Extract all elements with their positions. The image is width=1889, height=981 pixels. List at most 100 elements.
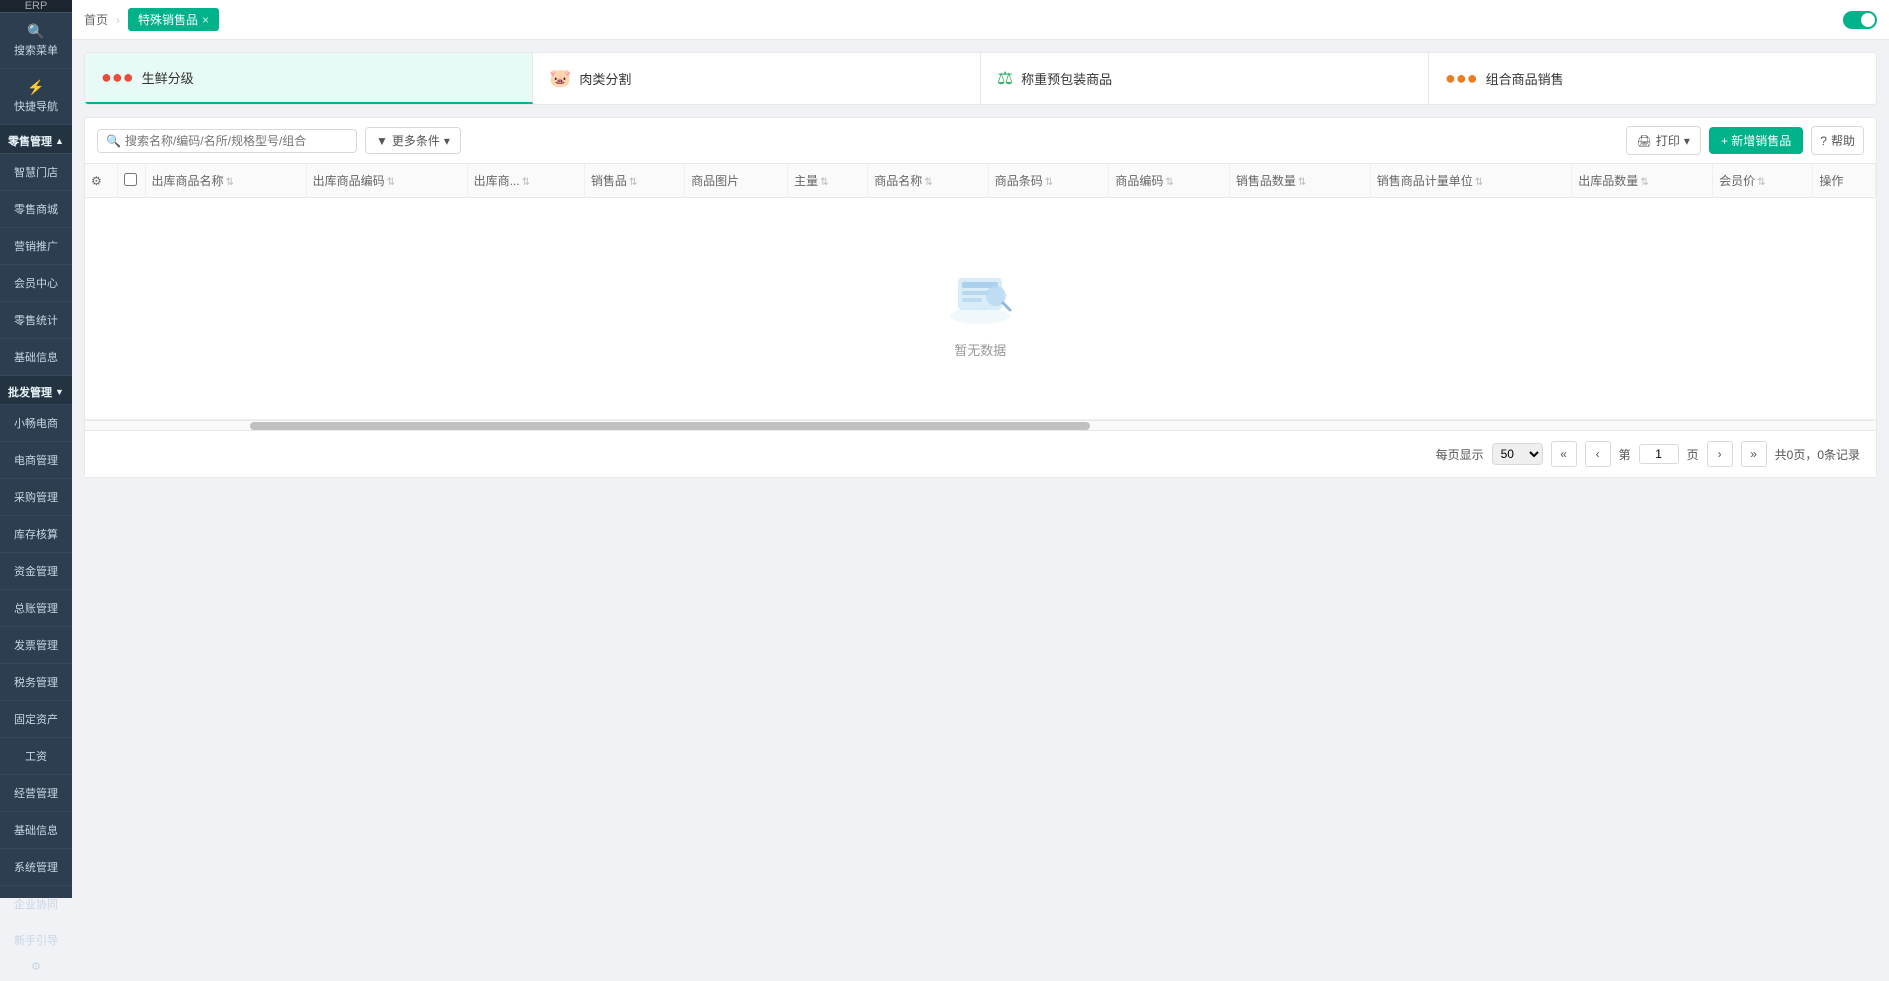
sidebar-item-ops[interactable]: 经营管理 xyxy=(0,775,72,812)
first-page-button[interactable]: « xyxy=(1551,441,1577,467)
sidebar-item-label: 电商管理 xyxy=(14,452,58,468)
filter-icon: ▼ xyxy=(376,134,388,148)
sidebar-item-retail-stats[interactable]: 零售统计 xyxy=(0,302,72,339)
sidebar-group-wholesale[interactable]: 批发管理 ▼ xyxy=(0,376,72,405)
sidebar-item-quick-nav[interactable]: ⚡ 快捷导航 xyxy=(0,69,72,125)
sort-icon6[interactable]: ⇅ xyxy=(924,177,932,188)
sidebar-item-label: 经营管理 xyxy=(14,785,58,801)
sort-icon4[interactable]: ⇅ xyxy=(629,177,637,188)
col-out-qty: 出库品数量⇅ xyxy=(1572,164,1713,198)
col-product-code: 商品编码⇅ xyxy=(1109,164,1230,198)
sort-icon7[interactable]: ⇅ xyxy=(1045,177,1053,188)
col-out-code: 出库商品编码⇅ xyxy=(306,164,467,198)
help-button[interactable]: ? 帮助 xyxy=(1811,126,1864,155)
sort-icon3[interactable]: ⇅ xyxy=(522,177,530,188)
sidebar-item-new-guide[interactable]: 新手引导 xyxy=(0,923,72,956)
last-page-button[interactable]: » xyxy=(1741,441,1767,467)
empty-icon xyxy=(940,258,1020,328)
sidebar-item-retail-mall[interactable]: 零售商城 xyxy=(0,191,72,228)
sidebar-item-label: 库存核算 xyxy=(14,526,58,542)
filter-button[interactable]: ▼ 更多条件 ▾ xyxy=(365,127,461,154)
sidebar-item-invoice[interactable]: 发票管理 xyxy=(0,627,72,664)
active-tab-tag[interactable]: 特殊销售品 × xyxy=(128,8,219,31)
print-button[interactable]: 🖨 打印 ▾ xyxy=(1626,126,1701,155)
sidebar-item-member-center[interactable]: 会员中心 xyxy=(0,265,72,302)
filter-chevron-icon: ▾ xyxy=(444,134,450,148)
sidebar-item-wages[interactable]: 工资 xyxy=(0,738,72,775)
sidebar-item-fixed-assets[interactable]: 固定资产 xyxy=(0,701,72,738)
tab-combo-sales[interactable]: ●●● 组合商品销售 xyxy=(1429,53,1876,104)
search-box[interactable]: 🔍 xyxy=(97,129,357,153)
empty-state: 暂无数据 xyxy=(85,198,1876,419)
sort-icon10[interactable]: ⇅ xyxy=(1475,177,1483,188)
sort-icon2[interactable]: ⇅ xyxy=(387,177,395,188)
tab-meat-split[interactable]: 🐷 肉类分割 xyxy=(533,53,981,104)
add-label: + 新增销售品 xyxy=(1721,132,1791,149)
col-out-name: 出库商品名称⇅ xyxy=(145,164,306,198)
col-checkbox[interactable] xyxy=(117,164,145,198)
col-sale-unit: 销售商品计量单位⇅ xyxy=(1370,164,1572,198)
sidebar-item-basic-info[interactable]: 基础信息 xyxy=(0,812,72,849)
sidebar-item-purchase[interactable]: 采购管理 xyxy=(0,479,72,516)
sidebar-item-summary[interactable]: 总账管理 xyxy=(0,590,72,627)
sidebar-item-label: 采购管理 xyxy=(14,489,58,505)
col-settings[interactable]: ⚙ xyxy=(85,164,117,198)
next-page-button[interactable]: › xyxy=(1707,441,1733,467)
sidebar-item-ecom-mgmt[interactable]: 电商管理 xyxy=(0,442,72,479)
scroll-thumb[interactable] xyxy=(250,422,1090,430)
page-content: ●●● 生鲜分级 🐷 肉类分割 ⚖ 称重预包装商品 ●●● 组合商品销售 🔍 xyxy=(72,40,1889,898)
tab-weight-pack[interactable]: ⚖ 称重预包装商品 xyxy=(981,53,1429,104)
chevron-down-icon2: ▼ xyxy=(55,387,64,397)
sort-icon9[interactable]: ⇅ xyxy=(1298,177,1306,188)
sidebar-item-mini-ecom[interactable]: 小畅电商 xyxy=(0,405,72,442)
sort-icon[interactable]: ⇅ xyxy=(226,177,234,188)
page-number-input[interactable] xyxy=(1639,444,1679,464)
sidebar-item-tax[interactable]: 税务管理 xyxy=(0,664,72,701)
sidebar-item-settings[interactable]: ⚙ xyxy=(0,956,72,981)
prev-page-button[interactable]: ‹ xyxy=(1585,441,1611,467)
toggle-switch[interactable] xyxy=(1843,11,1877,29)
filter-label: 更多条件 xyxy=(392,132,440,149)
add-button[interactable]: + 新增销售品 xyxy=(1709,127,1803,154)
sidebar-item-label: 税务管理 xyxy=(14,674,58,690)
tab-label: 肉类分割 xyxy=(579,69,631,88)
search-icon: 🔍 xyxy=(106,134,121,148)
meat-split-icon: 🐷 xyxy=(549,68,571,89)
sidebar-item-inventory[interactable]: 库存核算 xyxy=(0,516,72,553)
sort-icon11[interactable]: ⇅ xyxy=(1640,177,1648,188)
top-right-controls xyxy=(1843,11,1877,29)
breadcrumb-home[interactable]: 首页 xyxy=(84,11,108,28)
select-all-checkbox[interactable] xyxy=(124,173,137,186)
sort-icon8[interactable]: ⇅ xyxy=(1165,177,1173,188)
sidebar-item-label: 智慧门店 xyxy=(14,164,58,180)
horizontal-scroll-bar[interactable] xyxy=(85,420,1876,430)
sidebar-item-capital[interactable]: 资金管理 xyxy=(0,553,72,590)
page-size-select[interactable]: 50 10 20 100 xyxy=(1492,443,1543,465)
sidebar-item-label: 系统管理 xyxy=(14,859,58,875)
sort-icon5[interactable]: ⇅ xyxy=(820,177,828,188)
sidebar-item-label: 快捷导航 xyxy=(14,98,58,114)
sidebar-item-search-menu[interactable]: 🔍 搜索菜单 xyxy=(0,13,72,69)
close-tab-icon[interactable]: × xyxy=(202,13,209,27)
sidebar-item-sales-promo[interactable]: 营销推广 xyxy=(0,228,72,265)
fresh-grade-icon: ●●● xyxy=(101,67,134,88)
sidebar-item-system[interactable]: 系统管理 xyxy=(0,849,72,886)
wholesale-group-label: 批发管理 xyxy=(8,384,52,400)
sidebar-item-basic-info-retail[interactable]: 基础信息 xyxy=(0,339,72,376)
sidebar-item-company-coop[interactable]: 企业协同 xyxy=(0,886,72,923)
sidebar-item-smart-store[interactable]: 智慧门店 xyxy=(0,154,72,191)
sidebar-item-label: 基础信息 xyxy=(14,822,58,838)
empty-text: 暂无数据 xyxy=(954,340,1006,359)
total-label: 共0页，0条记录 xyxy=(1775,446,1860,463)
sidebar-item-label: 营销推广 xyxy=(14,238,58,254)
tab-label: 组合商品销售 xyxy=(1486,69,1564,88)
sidebar-group-retail[interactable]: 零售管理 ▲ xyxy=(0,125,72,154)
table-scroll[interactable]: ⚙ 出库商品名称⇅ 出库商品编码⇅ 出库商...⇅ 销售品⇅ 商品图片 主量⇅ … xyxy=(85,164,1876,420)
tab-fresh-grade[interactable]: ●●● 生鲜分级 xyxy=(85,53,533,104)
quick-nav-icon: ⚡ xyxy=(27,79,44,96)
sidebar-item-label: 零售统计 xyxy=(14,312,58,328)
sort-icon12[interactable]: ⇅ xyxy=(1757,177,1765,188)
col-product-name: 商品名称⇅ xyxy=(868,164,989,198)
gear-icon: ⚙ xyxy=(31,960,41,973)
search-input[interactable] xyxy=(125,134,348,148)
